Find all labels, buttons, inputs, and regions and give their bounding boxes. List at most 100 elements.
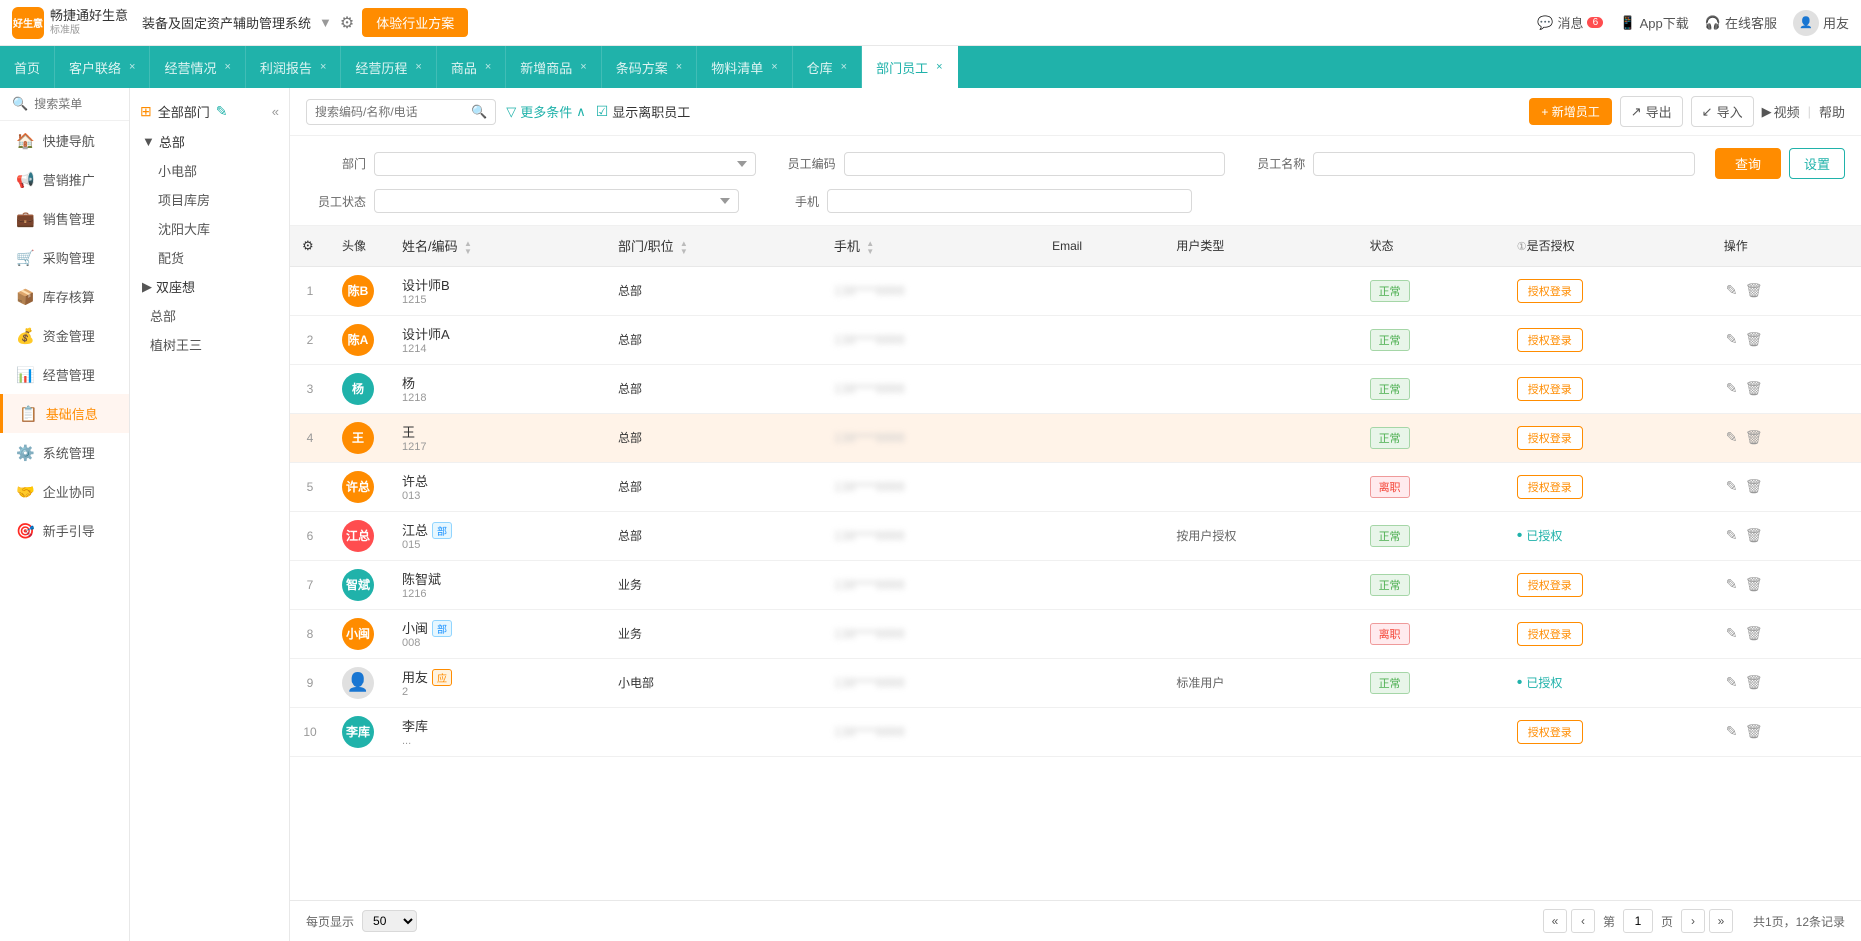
tab-dept-staff[interactable]: 部门员工× xyxy=(862,46,957,88)
tree-item-shenyangdaku[interactable]: 沈阳大库 xyxy=(130,214,289,243)
collapse-icon[interactable]: « xyxy=(272,104,279,119)
settings-btn[interactable]: 设置 xyxy=(1789,148,1845,179)
next-page-btn[interactable]: › xyxy=(1681,909,1705,933)
tree-item-zhishu[interactable]: 植树王三 xyxy=(130,330,289,359)
delete-btn[interactable]: 🗑 xyxy=(1743,623,1765,644)
tree-item-xiangmukufang[interactable]: 项目库房 xyxy=(130,185,289,214)
video-btn[interactable]: ▶ 视频 xyxy=(1762,102,1800,121)
auth-login-btn[interactable]: 授权登录 xyxy=(1517,279,1583,303)
tab-home[interactable]: 首页 xyxy=(0,46,55,88)
sidebar-item-guide[interactable]: 🎯 新手引导 xyxy=(0,511,129,550)
tree-item-peihuo[interactable]: 配货 xyxy=(130,243,289,272)
auth-login-btn[interactable]: 授权登录 xyxy=(1517,328,1583,352)
gear-icon[interactable]: ⚙ xyxy=(340,13,354,33)
col-dept-position[interactable]: 部门/职位 ▲ ▼ xyxy=(606,226,822,266)
edit-btn[interactable]: ✎ xyxy=(1724,574,1740,595)
close-icon[interactable]: × xyxy=(676,61,682,73)
auth-login-btn[interactable]: 授权登录 xyxy=(1517,622,1583,646)
auth-login-btn[interactable]: 授权登录 xyxy=(1517,573,1583,597)
search-icon[interactable]: 🔍 xyxy=(471,104,487,120)
help-btn[interactable]: 帮助 xyxy=(1819,102,1845,121)
auth-login-btn[interactable]: 授权登录 xyxy=(1517,377,1583,401)
delete-btn[interactable]: 🗑 xyxy=(1743,329,1765,350)
close-icon[interactable]: × xyxy=(771,61,777,73)
edit-btn[interactable]: ✎ xyxy=(1724,378,1740,399)
delete-btn[interactable]: 🗑 xyxy=(1743,427,1765,448)
tab-goods[interactable]: 商品× xyxy=(437,46,506,88)
delete-btn[interactable]: 🗑 xyxy=(1743,525,1765,546)
sidebar-item-basic-info[interactable]: 📋 基础信息 xyxy=(0,394,129,433)
edit-btn[interactable]: ✎ xyxy=(1724,280,1740,301)
tree-item-zongbu2[interactable]: 总部 xyxy=(130,301,289,330)
close-icon[interactable]: × xyxy=(224,61,230,73)
online-service-btn[interactable]: 🎧 在线客服 xyxy=(1705,13,1777,32)
delete-btn[interactable]: 🗑 xyxy=(1743,721,1765,742)
sidebar-search-input[interactable] xyxy=(34,97,130,111)
last-page-btn[interactable]: » xyxy=(1709,909,1733,933)
close-icon[interactable]: × xyxy=(320,61,326,73)
dept-edit-icon[interactable]: ✎ xyxy=(216,103,228,120)
empcode-input[interactable] xyxy=(844,152,1226,176)
edit-btn[interactable]: ✎ xyxy=(1724,623,1740,644)
close-icon[interactable]: × xyxy=(129,61,135,73)
trial-button[interactable]: 体验行业方案 xyxy=(362,8,468,37)
col-settings[interactable]: ⚙ xyxy=(290,226,330,266)
tab-barcode[interactable]: 条码方案× xyxy=(602,46,697,88)
tab-business[interactable]: 经营情况× xyxy=(150,46,245,88)
empname-input[interactable] xyxy=(1313,152,1695,176)
edit-btn[interactable]: ✎ xyxy=(1724,427,1740,448)
sidebar-item-operation[interactable]: 📊 经营管理 xyxy=(0,355,129,394)
tab-customer[interactable]: 客户联络× xyxy=(55,46,150,88)
sidebar-item-collab[interactable]: 🤝 企业协同 xyxy=(0,472,129,511)
close-icon[interactable]: × xyxy=(841,61,847,73)
show-inactive-toggle[interactable]: ☑ 显示离职员工 xyxy=(596,102,691,121)
col-phone[interactable]: 手机 ▲ ▼ xyxy=(822,226,1040,266)
edit-btn[interactable]: ✎ xyxy=(1724,525,1740,546)
sidebar-item-marketing[interactable]: 📢 营销推广 xyxy=(0,160,129,199)
tab-bom[interactable]: 物料清单× xyxy=(697,46,792,88)
close-icon[interactable]: × xyxy=(415,61,421,73)
import-btn[interactable]: ↙ 导入 xyxy=(1691,96,1754,127)
page-size-select[interactable]: 50 100 200 xyxy=(362,910,417,932)
edit-btn[interactable]: ✎ xyxy=(1724,672,1740,693)
tree-section-zongbu[interactable]: ▼ 总部 xyxy=(130,127,289,156)
page-input[interactable] xyxy=(1623,909,1653,933)
search-input[interactable] xyxy=(315,105,465,119)
message-btn[interactable]: 💬 消息 6 xyxy=(1537,13,1603,32)
auth-login-btn[interactable]: 授权登录 xyxy=(1517,720,1583,744)
close-icon[interactable]: × xyxy=(485,61,491,73)
delete-btn[interactable]: 🗑 xyxy=(1743,378,1765,399)
system-dropdown-arrow[interactable]: ▼ xyxy=(319,15,332,30)
tab-new-goods[interactable]: 新增商品× xyxy=(506,46,601,88)
close-icon[interactable]: × xyxy=(580,61,586,73)
edit-btn[interactable]: ✎ xyxy=(1724,476,1740,497)
sidebar-item-sales[interactable]: 💼 销售管理 xyxy=(0,199,129,238)
more-filter-btn[interactable]: ▽ 更多条件 ∧ xyxy=(506,102,586,121)
export-btn[interactable]: ↗ 导出 xyxy=(1620,96,1683,127)
first-page-btn[interactable]: « xyxy=(1543,909,1567,933)
tree-section-shuangzuoxiang[interactable]: ▶ 双座想 xyxy=(130,272,289,301)
close-icon[interactable]: × xyxy=(936,61,942,73)
sidebar-item-quicknav[interactable]: 🏠 快捷导航 xyxy=(0,121,129,160)
edit-btn[interactable]: ✎ xyxy=(1724,721,1740,742)
status-select[interactable] xyxy=(374,189,739,213)
edit-btn[interactable]: ✎ xyxy=(1724,329,1740,350)
col-name-code[interactable]: 姓名/编码 ▲ ▼ xyxy=(390,226,606,266)
sidebar-item-inventory[interactable]: 📦 库存核算 xyxy=(0,277,129,316)
app-download-btn[interactable]: 📱 App下载 xyxy=(1619,13,1688,32)
tab-history[interactable]: 经营历程× xyxy=(341,46,436,88)
user-btn[interactable]: 👤 用友 xyxy=(1793,10,1849,36)
delete-btn[interactable]: 🗑 xyxy=(1743,280,1765,301)
sidebar-item-purchase[interactable]: 🛒 采购管理 xyxy=(0,238,129,277)
sidebar-item-finance[interactable]: 💰 资金管理 xyxy=(0,316,129,355)
sidebar-item-system[interactable]: ⚙️ 系统管理 xyxy=(0,433,129,472)
dept-select[interactable] xyxy=(374,152,756,176)
tab-warehouse[interactable]: 仓库× xyxy=(793,46,862,88)
delete-btn[interactable]: 🗑 xyxy=(1743,672,1765,693)
tab-profit[interactable]: 利润报告× xyxy=(246,46,341,88)
delete-btn[interactable]: 🗑 xyxy=(1743,476,1765,497)
auth-login-btn[interactable]: 授权登录 xyxy=(1517,475,1583,499)
prev-page-btn[interactable]: ‹ xyxy=(1571,909,1595,933)
add-employee-btn[interactable]: + 新增员工 xyxy=(1529,98,1611,125)
delete-btn[interactable]: 🗑 xyxy=(1743,574,1765,595)
